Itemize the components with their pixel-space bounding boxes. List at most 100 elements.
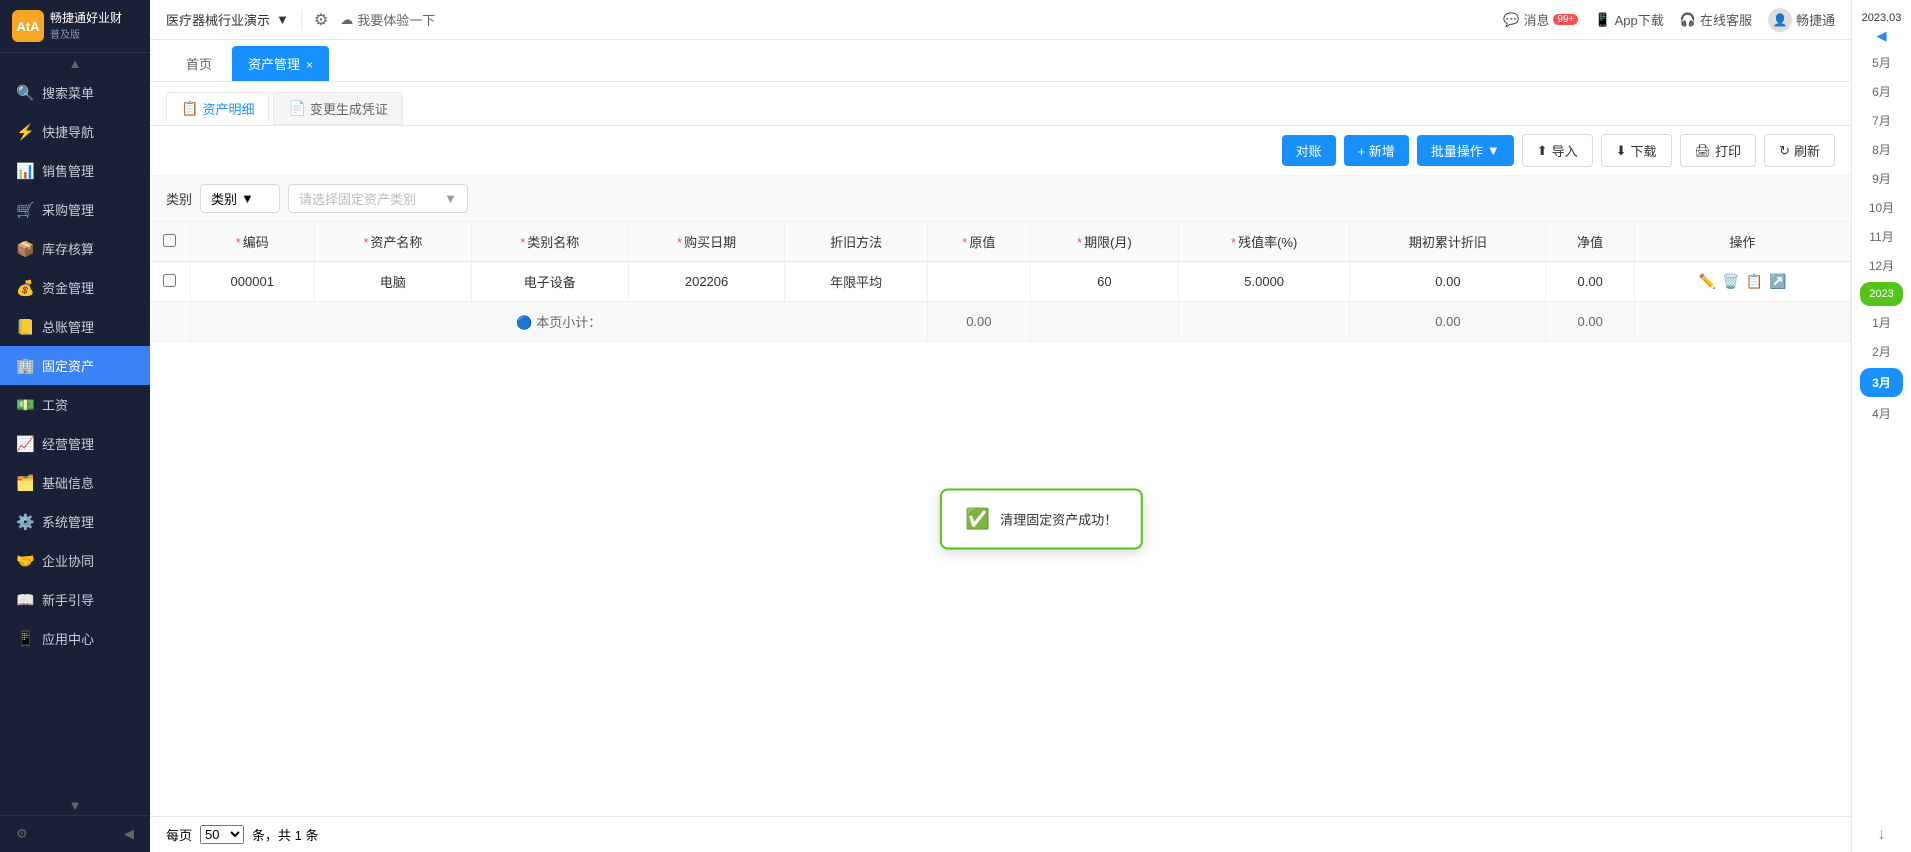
per-page-select[interactable]: 50 100 200 (200, 825, 244, 844)
tabbar: 首页资产管理× (150, 40, 1851, 82)
sidebar-item-payroll[interactable]: 💵工资 (0, 385, 150, 424)
company-selector[interactable]: 医疗器械行业演示 ▼ (166, 10, 289, 29)
pagination-bar: 每页 50 100 200 条，共 1 条 (150, 816, 1851, 852)
total-label: 条，共 1 条 (252, 825, 318, 844)
message-icon: 💬 (1503, 12, 1519, 28)
company-dropdown-icon: ▼ (276, 12, 289, 27)
sidebar-scroll-down[interactable]: ▼ (0, 795, 150, 815)
sidebar-item-purchase[interactable]: 🛒 采购管理 (0, 190, 150, 229)
tab-close-icon[interactable]: × (306, 58, 313, 72)
sidebar: AtA 畅捷通好业财 普及版 ▲ 🔍搜索菜单⚡快捷导航📊销售管理🛒采购管理📦库存… (0, 0, 150, 852)
main-content: 医疗器械行业演示 ▼ ⚙ ☁ 我要体验一下 💬 消息 99+ 📱 App下载 🎧… (150, 0, 1851, 852)
timeline-month-2月[interactable]: 2月 (1852, 337, 1911, 366)
purchase-icon: 🛒 (16, 201, 34, 219)
timeline-month-10月[interactable]: 10月 (1852, 193, 1911, 222)
row-actions: ✏️ 🗑️ 📋 ↗️ (1635, 262, 1851, 302)
sidebar-item-inventory[interactable]: 📦库存核算 (0, 229, 150, 268)
settings-icon[interactable]: ⚙ (16, 826, 28, 842)
row-initial-acc: 0.00 (1350, 262, 1546, 302)
print-btn[interactable]: 🖨 打印 (1680, 134, 1757, 167)
message-btn[interactable]: 💬 消息 99+ (1503, 10, 1578, 29)
timeline-month-1月[interactable]: 1月 (1852, 308, 1911, 337)
timeline-scroll-down-icon[interactable]: ↓ (1878, 826, 1886, 843)
download-btn[interactable]: ⬇ 下载 (1601, 134, 1672, 167)
timeline-month-11月[interactable]: 11月 (1852, 222, 1911, 251)
company-name: 医疗器械行业演示 (166, 10, 270, 29)
app-download-btn[interactable]: 📱 App下载 (1594, 10, 1663, 29)
timeline-month-4月[interactable]: 4月 (1852, 399, 1911, 428)
timeline-current-month[interactable]: 3月 (1860, 368, 1903, 397)
account-btn[interactable]: 对账 (1282, 135, 1336, 166)
subtab-资产明细[interactable]: 📋资产明细 (166, 92, 269, 125)
logo-icon: AtA (12, 10, 44, 42)
sidebar-label-search: 搜索菜单 (42, 83, 94, 102)
sidebar-item-ledger[interactable]: 📒总账管理 (0, 307, 150, 346)
subtab-变更生成凭证[interactable]: 📄变更生成凭证 (273, 92, 402, 125)
more-icon[interactable]: ↗️ (1769, 273, 1786, 290)
sidebar-nav: 🔍搜索菜单⚡快捷导航📊销售管理 🛒 采购管理 📦库存核算💰资金管理📒总账管理🏢固定资产… (0, 73, 150, 795)
sidebar-item-sales[interactable]: 📊销售管理 (0, 151, 150, 190)
category-type-select[interactable]: 类别 ▼ (200, 184, 280, 213)
tab-首页[interactable]: 首页 (170, 46, 228, 81)
sidebar-scroll-up[interactable]: ▲ (0, 53, 150, 73)
settings-gear-icon[interactable]: ⚙ (314, 10, 328, 30)
sidebar-item-coop[interactable]: 🤝企业协同 (0, 541, 150, 580)
table-row: 000001 电脑 电子设备 202206 年限平均 60 5.0000 0.0… (150, 262, 1851, 302)
sidebar-item-guide[interactable]: 📖 新手引导 (0, 580, 150, 619)
edit-icon[interactable]: ✏️ (1699, 273, 1716, 290)
timeline-month-8月[interactable]: 8月 (1852, 135, 1911, 164)
guide-icon: 📖 (16, 591, 34, 609)
sidebar-item-search[interactable]: 🔍搜索菜单 (0, 73, 150, 112)
subtab-bar: 📋资产明细📄变更生成凭证 (150, 82, 1851, 126)
delete-icon[interactable]: 🗑️ (1722, 273, 1739, 290)
timeline-collapse-btn[interactable]: ◀ (1877, 28, 1887, 44)
tab-资产管理[interactable]: 资产管理× (232, 46, 329, 81)
logo-text: 畅捷通好业财 (50, 11, 122, 27)
sidebar-item-system[interactable]: ⚙️系统管理 (0, 502, 150, 541)
col-net-value: 净值 (1546, 222, 1635, 262)
sidebar-label-operations: 经营管理 (42, 434, 94, 453)
timeline-header: 2023.03 (1858, 8, 1906, 28)
user-btn[interactable]: 👤 畅捷通 (1768, 8, 1835, 32)
sidebar-label-guide: 新手引导 (42, 590, 94, 609)
row-period: 60 (1030, 262, 1178, 302)
timeline-month-5月[interactable]: 5月 (1852, 48, 1911, 77)
sidebar-item-fixed[interactable]: 🏢固定资产 (0, 346, 150, 385)
sidebar-label-fixed: 固定资产 (42, 356, 94, 375)
select-all-checkbox[interactable] (163, 234, 176, 247)
timeline-panel: 2023.03 ◀ 5月6月7月8月9月10月11月12月20231月2月3月4… (1851, 0, 1911, 852)
experience-btn[interactable]: ☁ 我要体验一下 (340, 10, 435, 29)
sidebar-label-sales: 销售管理 (42, 161, 94, 180)
col-depreciation: 折旧方法 (785, 222, 927, 262)
timeline-month-9月[interactable]: 9月 (1852, 164, 1911, 193)
sidebar-item-finance[interactable]: 💰资金管理 (0, 268, 150, 307)
timeline-month-12月[interactable]: 12月 (1852, 251, 1911, 280)
new-btn[interactable]: + 新增 (1344, 135, 1409, 166)
sidebar-item-apps[interactable]: 📱应用中心 (0, 619, 150, 658)
row-checkbox[interactable] (163, 274, 176, 287)
sidebar-item-basic[interactable]: 🗂️基础信息 (0, 463, 150, 502)
row-original-value (927, 262, 1030, 302)
copy-icon[interactable]: 📋 (1746, 273, 1763, 290)
sidebar-item-operations[interactable]: 📈经营管理 (0, 424, 150, 463)
category-value-select[interactable]: 请选择固定资产类别 ▼ (288, 184, 468, 213)
basic-icon: 🗂️ (16, 474, 34, 492)
timeline-year-2023[interactable]: 2023 (1860, 282, 1903, 306)
finance-icon: 💰 (16, 279, 34, 297)
timeline-month-7月[interactable]: 7月 (1852, 106, 1911, 135)
batch-btn[interactable]: 批量操作 ▼ (1417, 135, 1514, 166)
import-btn[interactable]: ⬆ 导入 (1522, 134, 1593, 167)
row-depreciation: 年限平均 (785, 262, 927, 302)
timeline-month-6月[interactable]: 6月 (1852, 77, 1911, 106)
col-initial-acc: 期初累计折旧 (1350, 222, 1546, 262)
customer-service-btn[interactable]: 🎧 在线客服 (1680, 10, 1752, 29)
refresh-btn[interactable]: ↻ 刷新 (1764, 134, 1835, 167)
sidebar-label-ledger: 总账管理 (42, 317, 94, 336)
payroll-icon: 💵 (16, 396, 34, 414)
sidebar-item-quick[interactable]: ⚡快捷导航 (0, 112, 150, 151)
sidebar-label-quick: 快捷导航 (42, 122, 94, 141)
success-icon: ✅ (965, 507, 990, 532)
sidebar-label-purchase: 采购管理 (42, 200, 94, 219)
collapse-icon[interactable]: ◀ (124, 826, 134, 842)
row-net-value: 0.00 (1546, 262, 1635, 302)
